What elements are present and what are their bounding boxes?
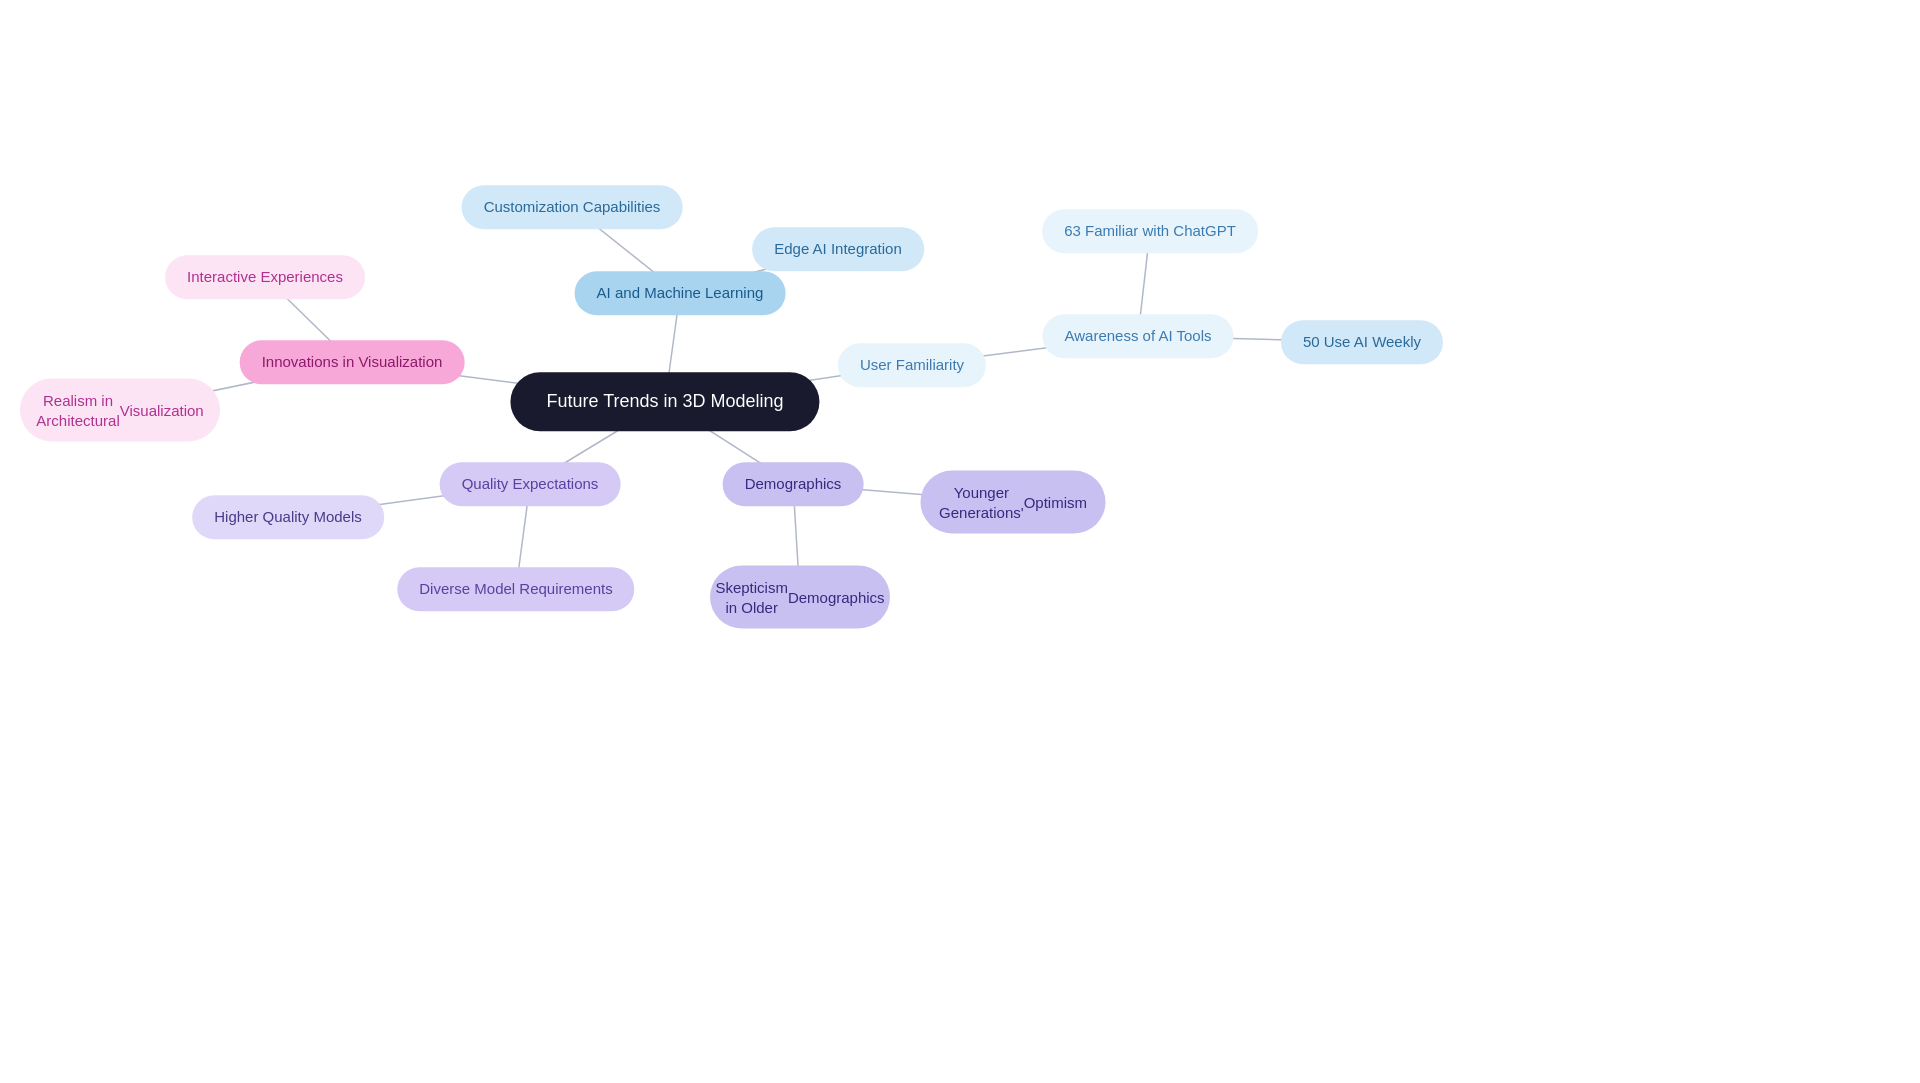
node-ai-weekly[interactable]: 50 Use AI Weekly [1281,320,1443,364]
node-innovations[interactable]: Innovations in Visualization [240,340,465,384]
node-younger[interactable]: Younger Generations'Optimism [921,471,1106,534]
connections-layer [0,0,1920,1083]
node-quality-exp[interactable]: Quality Expectations [440,462,621,506]
node-realism[interactable]: Realism in ArchitecturalVisualization [20,379,220,442]
node-higher-quality[interactable]: Higher Quality Models [192,495,384,539]
node-chatgpt[interactable]: 63 Familiar with ChatGPT [1042,209,1258,253]
node-interactive[interactable]: Interactive Experiences [165,255,365,299]
node-ai-ml[interactable]: AI and Machine Learning [575,271,786,315]
node-customization[interactable]: Customization Capabilities [462,185,683,229]
node-skepticism[interactable]: Skepticism in OlderDemographics [710,566,890,629]
node-user-fam[interactable]: User Familiarity [838,343,986,387]
mind-map: Future Trends in 3D Modeling Innovations … [0,0,1920,1083]
node-awareness[interactable]: Awareness of AI Tools [1042,314,1233,358]
node-edge-ai[interactable]: Edge AI Integration [752,227,924,271]
node-demographics[interactable]: Demographics [723,462,864,506]
node-diverse-model[interactable]: Diverse Model Requirements [397,567,634,611]
node-center[interactable]: Future Trends in 3D Modeling [510,372,819,431]
